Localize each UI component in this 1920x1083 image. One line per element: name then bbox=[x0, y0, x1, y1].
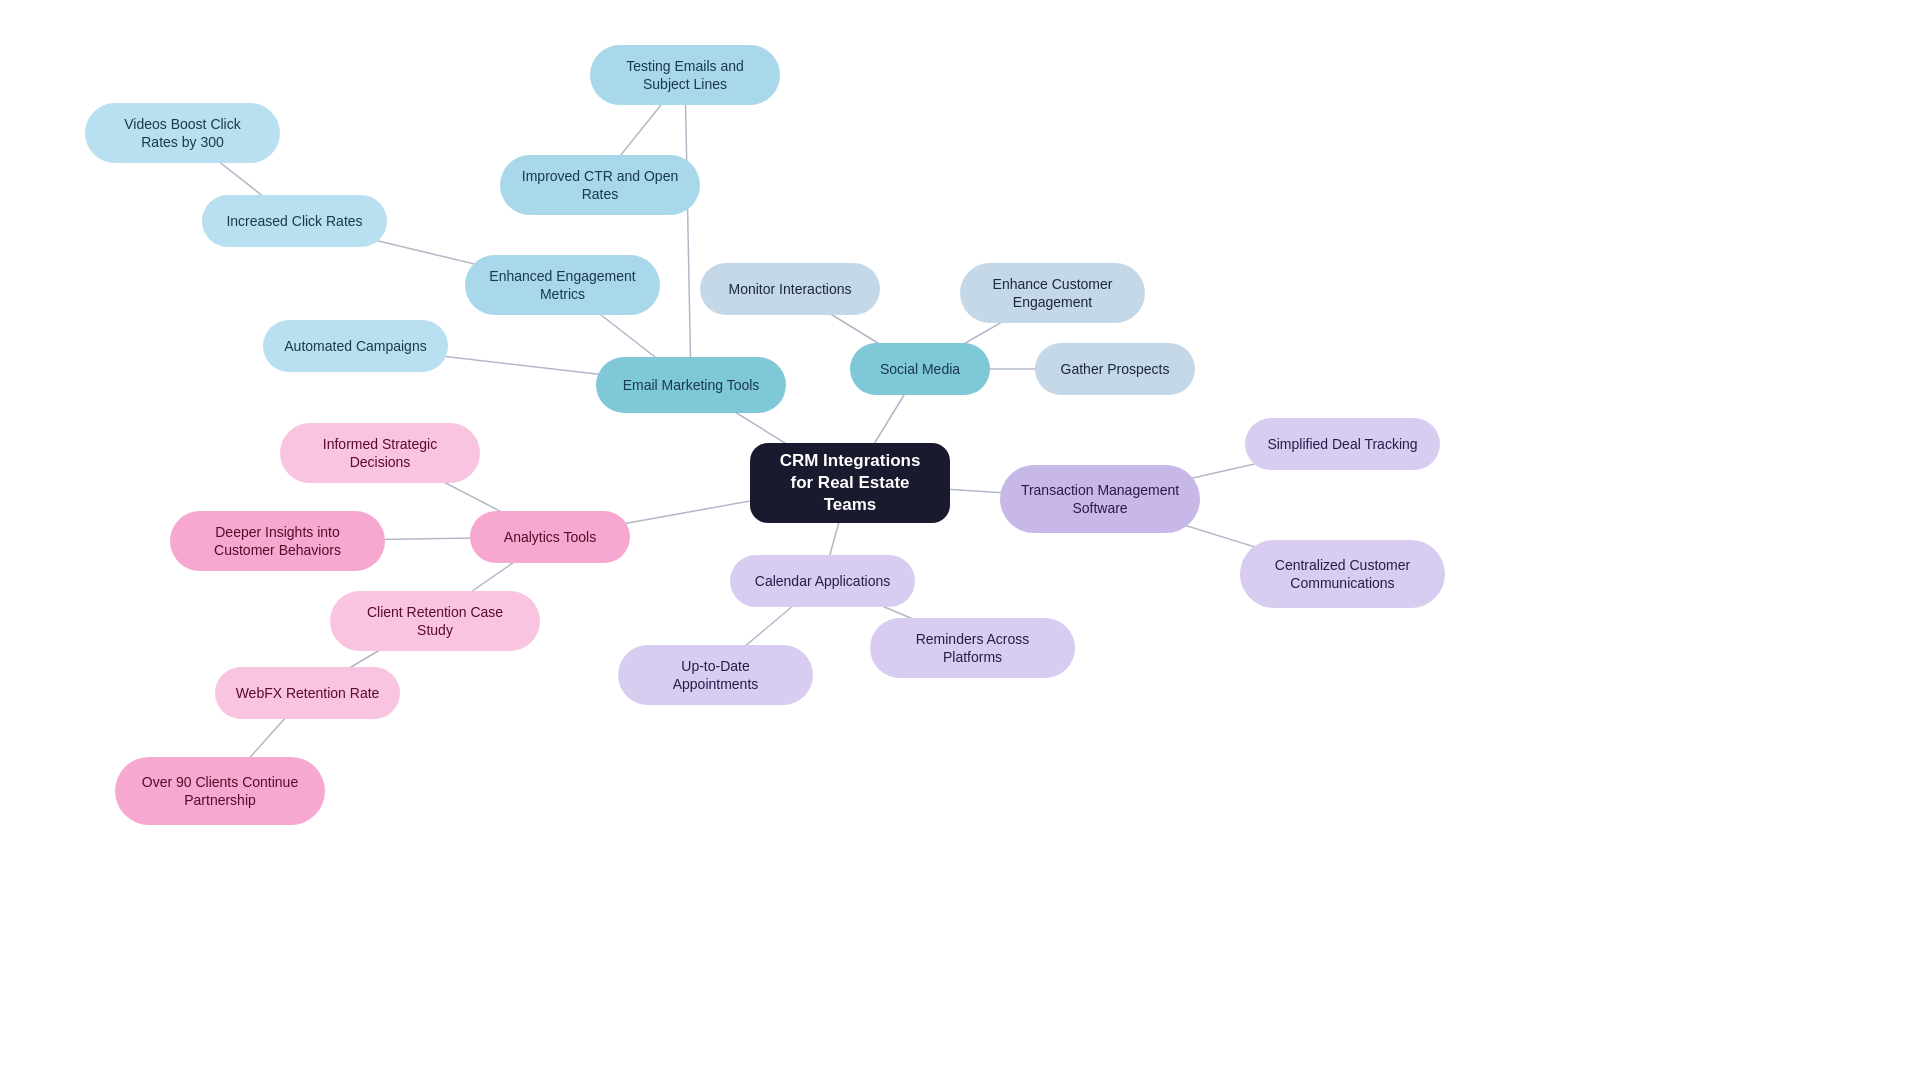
node-calendar_apps: Calendar Applications bbox=[730, 555, 915, 607]
node-simplified_deal: Simplified Deal Tracking bbox=[1245, 418, 1440, 470]
svg-line-1 bbox=[685, 75, 691, 385]
node-email_marketing: Email Marketing Tools bbox=[596, 357, 786, 413]
node-webfx_retention: WebFX Retention Rate bbox=[215, 667, 400, 719]
node-centralized_comms: Centralized Customer Communications bbox=[1240, 540, 1445, 608]
node-automated: Automated Campaigns bbox=[263, 320, 448, 372]
node-over_90: Over 90 Clients Continue Partnership bbox=[115, 757, 325, 825]
node-enhanced_engagement: Enhanced Engagement Metrics bbox=[465, 255, 660, 315]
node-improved_ctr: Improved CTR and Open Rates bbox=[500, 155, 700, 215]
node-enhance_customer: Enhance Customer Engagement bbox=[960, 263, 1145, 323]
node-testing_emails: Testing Emails and Subject Lines bbox=[590, 45, 780, 105]
node-deeper_insights: Deeper Insights into Customer Behaviors bbox=[170, 511, 385, 571]
center-node: CRM Integrations for Real Estate Teams bbox=[750, 443, 950, 523]
node-increased_click: Increased Click Rates bbox=[202, 195, 387, 247]
mindmap-container: CRM Integrations for Real Estate Teams Em… bbox=[0, 0, 1920, 1083]
node-gather_prospects: Gather Prospects bbox=[1035, 343, 1195, 395]
node-reminders: Reminders Across Platforms bbox=[870, 618, 1075, 678]
node-social_media: Social Media bbox=[850, 343, 990, 395]
node-videos_boost: Videos Boost Click Rates by 300 bbox=[85, 103, 280, 163]
node-analytics: Analytics Tools bbox=[470, 511, 630, 563]
node-uptodate: Up-to-Date Appointments bbox=[618, 645, 813, 705]
node-transaction_mgmt: Transaction Management Software bbox=[1000, 465, 1200, 533]
node-client_retention: Client Retention Case Study bbox=[330, 591, 540, 651]
node-informed_decisions: Informed Strategic Decisions bbox=[280, 423, 480, 483]
node-monitor_interactions: Monitor Interactions bbox=[700, 263, 880, 315]
